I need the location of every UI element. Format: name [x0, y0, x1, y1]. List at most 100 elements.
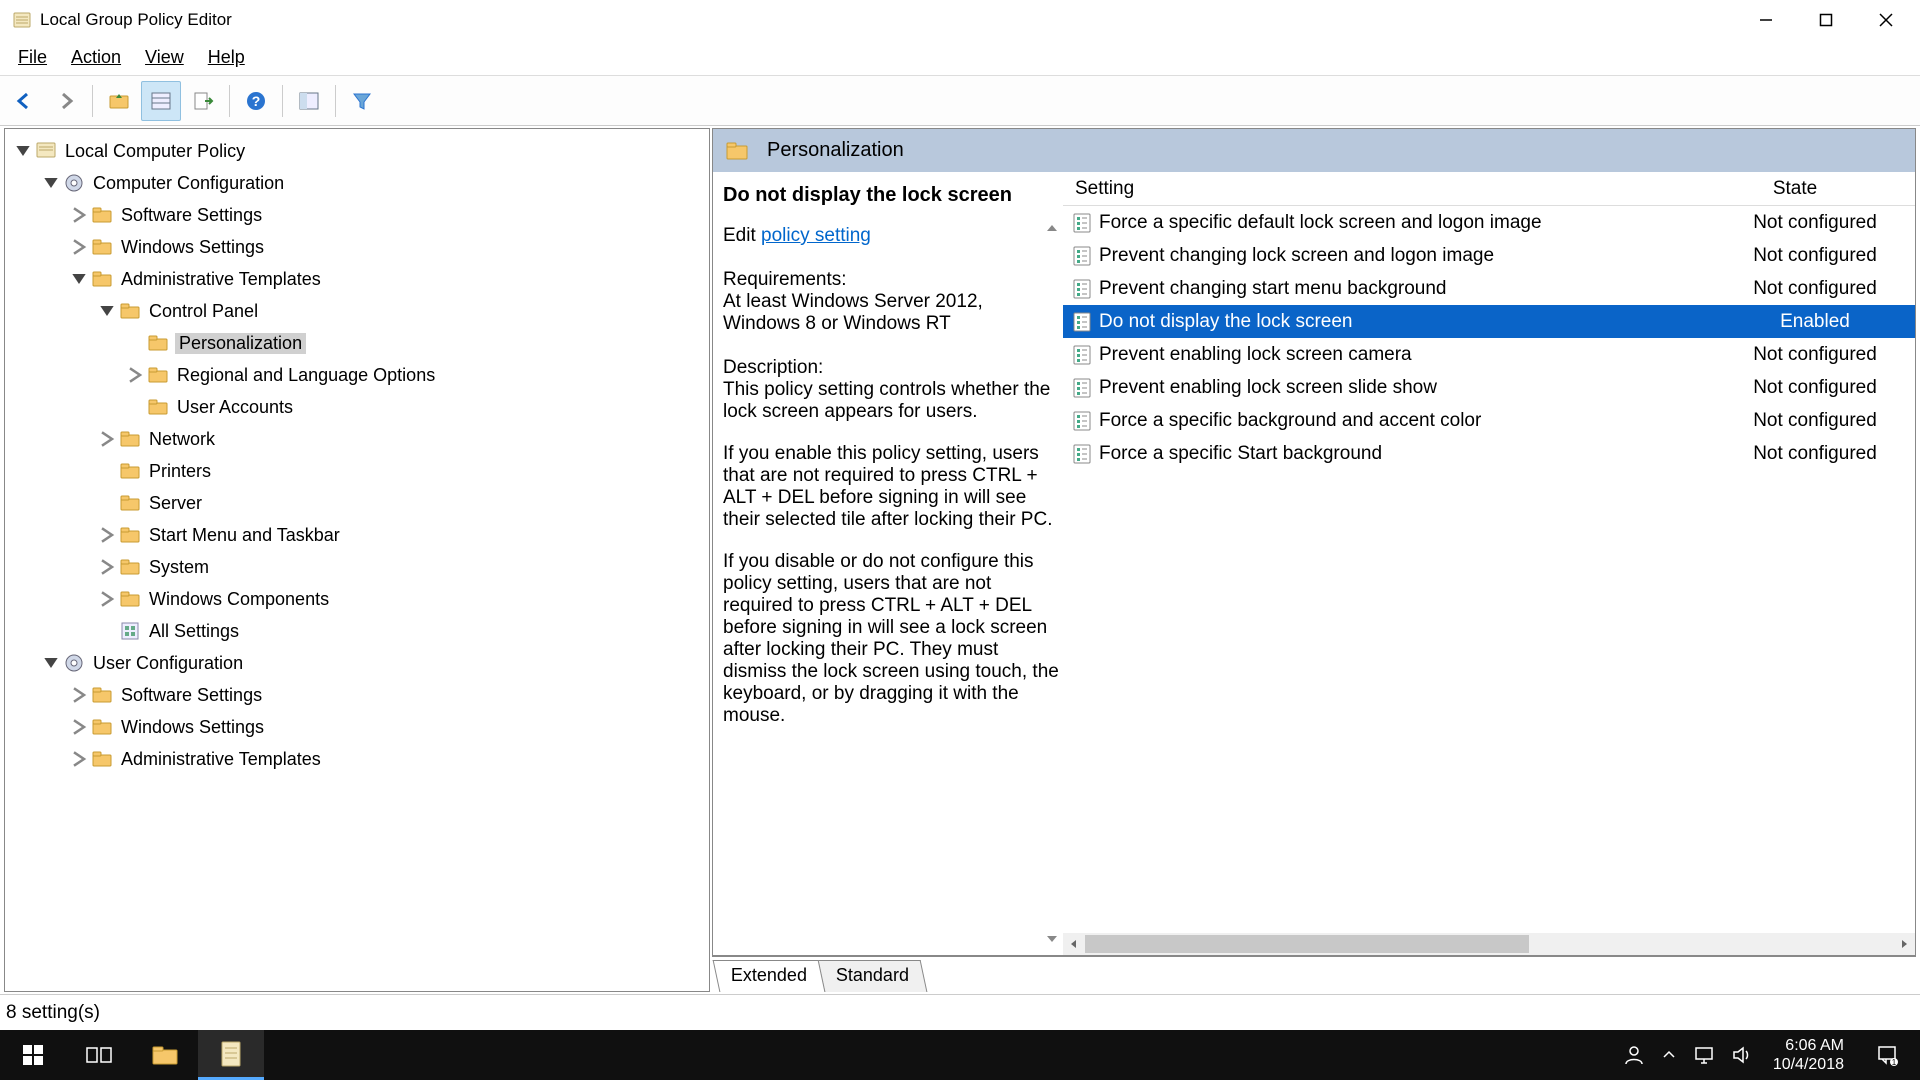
taskbar-clock[interactable]: 6:06 AM 10/4/2018 [1763, 1036, 1854, 1074]
content-header-title: Personalization [767, 139, 904, 162]
tree-computer-configuration[interactable]: Computer Configuration [5, 167, 709, 199]
action-center-icon[interactable]: 1 [1854, 1030, 1920, 1080]
edit-policy-link[interactable]: policy setting [761, 225, 871, 246]
tree-item[interactable]: Server [5, 487, 709, 519]
tree-item[interactable]: Network [5, 423, 709, 455]
nav-back-icon[interactable] [4, 81, 44, 121]
tree-item[interactable]: Software Settings [5, 199, 709, 231]
export-icon[interactable] [183, 81, 223, 121]
tree-expand-icon[interactable] [97, 557, 117, 577]
menu-help[interactable]: Help [196, 43, 257, 72]
folder-icon [91, 268, 113, 290]
tree-item-label: User Accounts [175, 397, 295, 418]
minimize-button[interactable] [1736, 0, 1796, 40]
volume-icon[interactable] [1731, 1044, 1753, 1066]
start-button[interactable] [0, 1030, 66, 1080]
tree-expand-icon[interactable] [97, 429, 117, 449]
nav-forward-icon[interactable] [46, 81, 86, 121]
column-state[interactable]: State [1695, 178, 1895, 200]
column-setting[interactable]: Setting [1063, 178, 1695, 200]
policy-icon [1071, 278, 1093, 300]
tree-expand-icon[interactable] [69, 717, 89, 737]
tree-item[interactable]: Administrative Templates [5, 743, 709, 775]
settings-list[interactable]: Force a specific default lock screen and… [1063, 206, 1915, 933]
tree-item[interactable]: Personalization [5, 327, 709, 359]
tree-item-label: Server [147, 493, 204, 514]
svg-text:1: 1 [1892, 1058, 1897, 1066]
setting-row[interactable]: Prevent changing start menu background N… [1063, 272, 1915, 305]
tab-extended[interactable]: Extended [713, 960, 826, 992]
taskbar[interactable]: 6:06 AM 10/4/2018 1 [0, 1030, 1920, 1080]
tree-expand-icon[interactable] [69, 749, 89, 769]
setting-row[interactable]: Prevent enabling lock screen slide show … [1063, 371, 1915, 404]
description-scrollbar[interactable] [1041, 220, 1063, 947]
tab-standard[interactable]: Standard [818, 960, 928, 992]
show-hide-tree-icon[interactable] [289, 81, 329, 121]
folder-icon [119, 620, 141, 642]
setting-row[interactable]: Force a specific background and accent c… [1063, 404, 1915, 437]
menu-file[interactable]: File [6, 43, 59, 72]
menu-view[interactable]: View [133, 43, 196, 72]
tree-expand-icon[interactable] [69, 205, 89, 225]
scroll-right-icon[interactable] [1893, 933, 1915, 955]
tree-expand-icon[interactable] [69, 685, 89, 705]
tree-expand-icon[interactable] [97, 525, 117, 545]
setting-state: Not configured [1715, 410, 1915, 432]
taskbar-file-explorer[interactable] [132, 1030, 198, 1080]
folder-icon [35, 140, 57, 162]
tree-item[interactable]: Control Panel [5, 295, 709, 327]
maximize-button[interactable] [1796, 0, 1856, 40]
tree-expand-icon[interactable] [97, 589, 117, 609]
folder-icon [147, 364, 169, 386]
setting-row[interactable]: Do not display the lock screen Enabled [1063, 305, 1915, 338]
tree-expand-icon[interactable] [69, 237, 89, 257]
tree-item[interactable]: Administrative Templates [5, 263, 709, 295]
close-button[interactable] [1856, 0, 1916, 40]
tree-item[interactable]: User Accounts [5, 391, 709, 423]
tree-root-node[interactable]: Local Computer Policy [5, 135, 709, 167]
setting-row[interactable]: Prevent changing lock screen and logon i… [1063, 239, 1915, 272]
tree-expand-icon[interactable] [97, 301, 117, 321]
help-icon[interactable]: ? [236, 81, 276, 121]
tree-item[interactable]: Windows Settings [5, 711, 709, 743]
network-icon[interactable] [1693, 1044, 1715, 1066]
filter-icon[interactable] [342, 81, 382, 121]
task-view-button[interactable] [66, 1030, 132, 1080]
details-icon[interactable] [141, 81, 181, 121]
taskbar-gpedit[interactable] [198, 1030, 264, 1080]
setting-row[interactable]: Prevent enabling lock screen camera Not … [1063, 338, 1915, 371]
tree-item-label: Start Menu and Taskbar [147, 525, 342, 546]
setting-row[interactable]: Force a specific Start background Not co… [1063, 437, 1915, 470]
scrollbar-thumb[interactable] [1085, 935, 1529, 953]
tree-item-label: System [147, 557, 211, 578]
status-text: 8 setting(s) [6, 1002, 100, 1024]
scroll-down-icon[interactable] [1044, 931, 1060, 947]
tree-user-configuration[interactable]: User Configuration [5, 647, 709, 679]
tree-item[interactable]: Start Menu and Taskbar [5, 519, 709, 551]
tree-expand-icon[interactable] [69, 269, 89, 289]
tree-view[interactable]: Local Computer Policy Computer Configura… [4, 128, 710, 992]
tree-item[interactable]: Windows Components [5, 583, 709, 615]
setting-name: Prevent changing lock screen and logon i… [1099, 245, 1715, 267]
tree-expand-icon[interactable] [41, 173, 61, 193]
tree-item[interactable]: All Settings [5, 615, 709, 647]
tree-item[interactable]: Printers [5, 455, 709, 487]
folder-up-icon[interactable] [99, 81, 139, 121]
tree-item[interactable]: Software Settings [5, 679, 709, 711]
folder-icon [91, 748, 113, 770]
tree-item[interactable]: Regional and Language Options [5, 359, 709, 391]
setting-name: Force a specific background and accent c… [1099, 410, 1715, 432]
tray-chevron-icon[interactable] [1661, 1047, 1677, 1063]
tree-expand-icon[interactable] [125, 365, 145, 385]
settings-column-headers[interactable]: Setting State [1063, 172, 1915, 206]
menu-action[interactable]: Action [59, 43, 133, 72]
tree-item[interactable]: System [5, 551, 709, 583]
tree-item[interactable]: Windows Settings [5, 231, 709, 263]
tree-expand-icon[interactable] [41, 653, 61, 673]
scroll-left-icon[interactable] [1063, 933, 1085, 955]
people-icon[interactable] [1623, 1044, 1645, 1066]
horizontal-scrollbar[interactable] [1063, 933, 1915, 955]
setting-row[interactable]: Force a specific default lock screen and… [1063, 206, 1915, 239]
tree-expand-icon[interactable] [13, 141, 33, 161]
scroll-up-icon[interactable] [1044, 220, 1060, 236]
